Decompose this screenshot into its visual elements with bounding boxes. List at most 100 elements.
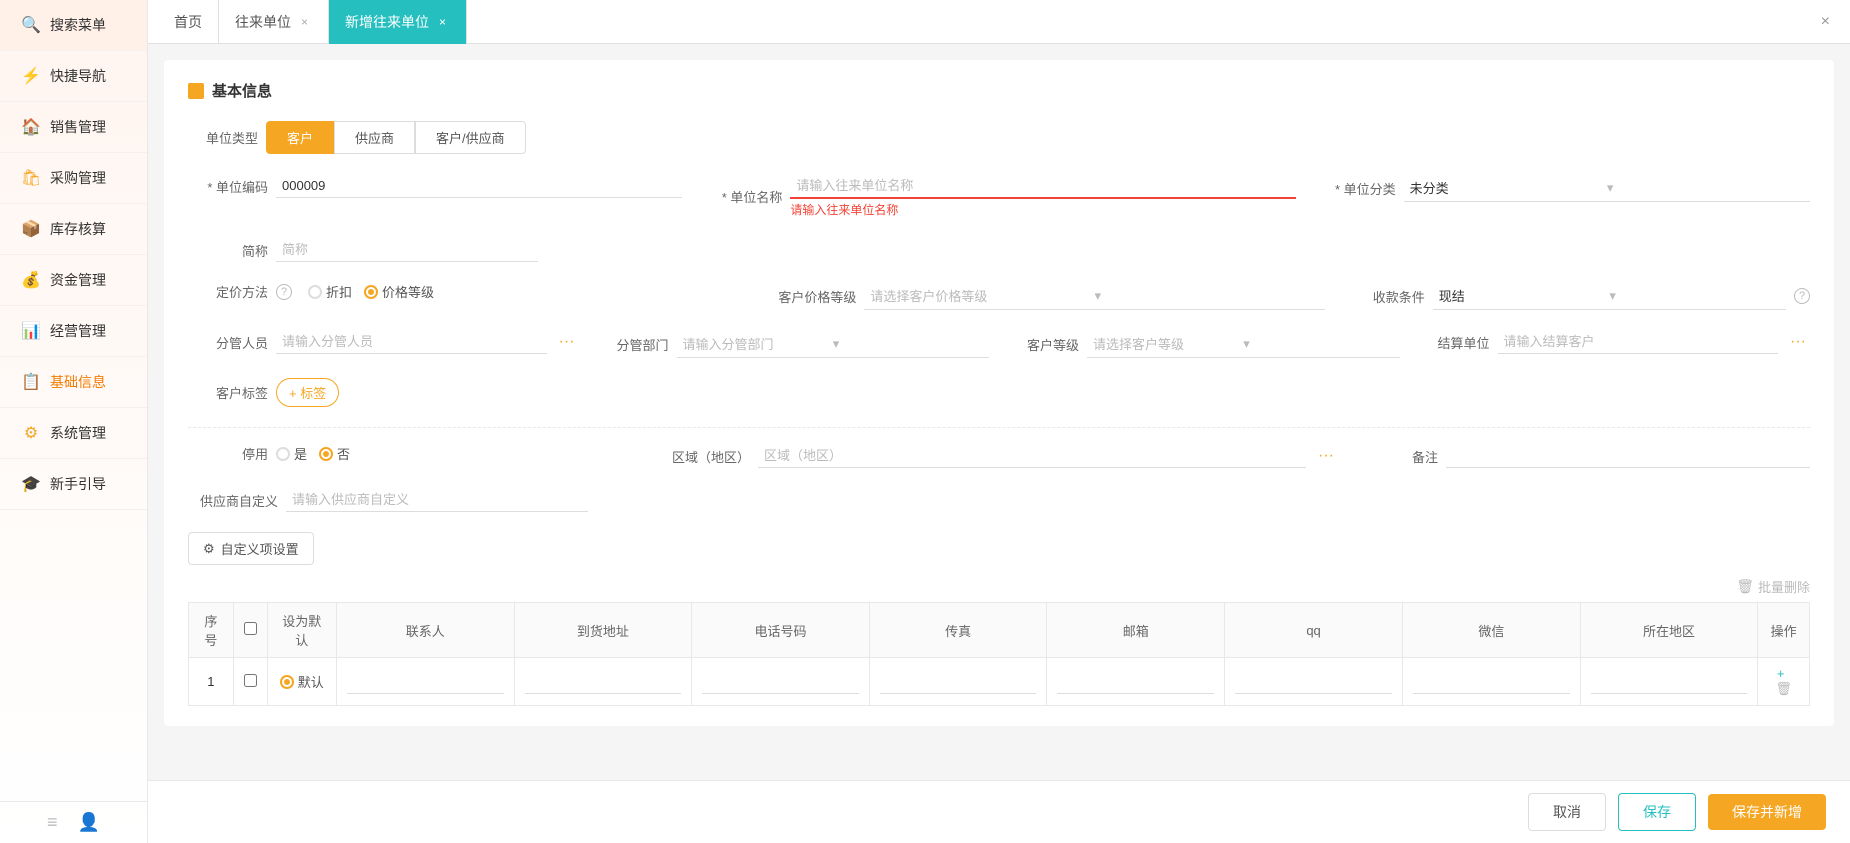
unit-category-select[interactable]: 未分类 ▾ [1404, 174, 1810, 202]
inventory-icon: 📦 [20, 218, 42, 240]
sidebar-item-guide[interactable]: 🎓 新手引导 [0, 459, 147, 510]
phone-input[interactable] [702, 670, 859, 694]
search-icon: 🔍 [20, 14, 42, 36]
contact-input[interactable] [347, 670, 504, 694]
payment-terms-arrow: ▾ [1609, 288, 1780, 304]
customer-price-select[interactable]: 请选择客户价格等级 ▾ [864, 282, 1324, 310]
sidebar-item-sales[interactable]: 🏠 销售管理 [0, 102, 147, 153]
pricing-level-option[interactable]: 价格等级 [364, 282, 434, 301]
settlement-more-icon[interactable]: ··· [1786, 333, 1810, 351]
unit-type-supplier-btn[interactable]: 供应商 [334, 121, 415, 154]
disabled-no-radio [319, 447, 333, 461]
payment-terms-help-icon[interactable]: ? [1794, 288, 1810, 304]
pricing-help-icon[interactable]: ? [276, 284, 292, 300]
tab-new-partner-close[interactable]: × [435, 13, 450, 31]
custom-settings-button[interactable]: ⚙ 自定义项设置 [188, 532, 314, 565]
pricing-level-label: 价格等级 [382, 282, 434, 301]
sidebar-bottom: ≡ 👤 [0, 801, 147, 843]
custom-settings-label: 自定义项设置 [221, 539, 299, 558]
department-select[interactable]: 请输入分管部门 ▾ [677, 330, 990, 358]
content-area: 基本信息 单位类型 客户 供应商 客户/供应商 * 单位编码 [148, 44, 1850, 780]
sidebar-item-finance[interactable]: 💰 资金管理 [0, 255, 147, 306]
select-all-checkbox[interactable] [244, 622, 257, 635]
row-region-input[interactable] [1591, 670, 1748, 694]
disabled-yes-option[interactable]: 是 [276, 444, 307, 463]
sidebar-user-icon[interactable]: 👤 [78, 812, 100, 833]
email-input[interactable] [1057, 670, 1214, 694]
basic-icon: 📋 [20, 371, 42, 393]
cell-checkbox [233, 658, 267, 706]
manager-row: 分管人员 ··· 分管部门 请输入分管部门 ▾ 客户等级 请选择客户等级 ▾ [188, 330, 1810, 358]
section-title-basic: 基本信息 [188, 80, 1810, 101]
add-row-icon[interactable]: + [1777, 666, 1785, 681]
save-and-new-button[interactable]: 保存并新增 [1708, 794, 1826, 830]
section-title-icon [188, 83, 204, 99]
col-seq: 序号 [189, 603, 234, 658]
supplier-custom-input[interactable] [286, 488, 588, 512]
tab-partners-label: 往来单位 [235, 12, 291, 32]
region-more-icon[interactable]: ··· [1314, 447, 1338, 465]
address-input[interactable] [525, 670, 682, 694]
tab-home[interactable]: 首页 [158, 0, 219, 44]
customer-level-field: 客户等级 请选择客户等级 ▾ [1009, 330, 1400, 358]
sidebar-item-inventory[interactable]: 📦 库存核算 [0, 204, 147, 255]
unit-type-both-btn[interactable]: 客户/供应商 [415, 121, 526, 154]
delete-row-icon[interactable]: 🗑 [1775, 681, 1792, 696]
customer-tag-field: 客户标签 + 标签 [188, 378, 1810, 407]
disabled-no-option[interactable]: 否 [319, 444, 350, 463]
sidebar-item-operations[interactable]: 📊 经营管理 [0, 306, 147, 357]
pricing-level-radio [364, 285, 378, 299]
system-icon: ⚙ [20, 422, 42, 444]
customer-level-placeholder: 请选择客户等级 [1093, 334, 1243, 353]
region-input[interactable] [758, 444, 1306, 468]
tab-new-partner[interactable]: 新增往来单位 × [329, 0, 467, 44]
unit-name-input[interactable] [790, 174, 1295, 199]
cancel-button[interactable]: 取消 [1528, 793, 1606, 831]
payment-terms-select[interactable]: 现结 ▾ [1433, 282, 1786, 310]
sidebar-item-quicknav[interactable]: ⚡ 快捷导航 [0, 51, 147, 102]
tab-home-label: 首页 [174, 12, 202, 32]
remarks-input[interactable] [1446, 444, 1810, 468]
qq-input[interactable] [1235, 670, 1392, 694]
col-wechat: 微信 [1403, 603, 1581, 658]
unit-type-label: 单位类型 [188, 128, 258, 147]
supplier-custom-label: 供应商自定义 [188, 491, 278, 510]
col-email: 邮箱 [1047, 603, 1225, 658]
customer-tag-label: 客户标签 [188, 383, 268, 402]
short-name-input[interactable] [276, 238, 538, 262]
settlement-input[interactable] [1498, 330, 1779, 354]
sidebar-collapse-icon[interactable]: ≡ [47, 812, 58, 833]
department-arrow: ▾ [833, 336, 983, 352]
unit-category-value: 未分类 [1410, 178, 1607, 197]
close-all-tabs-icon[interactable]: × [1811, 13, 1840, 31]
col-phone: 电话号码 [692, 603, 870, 658]
row-checkbox[interactable] [244, 674, 257, 687]
quicknav-icon: ⚡ [20, 65, 42, 87]
wechat-input[interactable] [1413, 670, 1570, 694]
manager-input[interactable] [276, 330, 547, 354]
unit-code-input[interactable] [276, 174, 682, 198]
pricing-discount-option[interactable]: 折扣 [308, 282, 352, 301]
sidebar-item-search[interactable]: 🔍 搜索菜单 [0, 0, 147, 51]
row-default-radio[interactable]: 默认 [278, 672, 326, 691]
batch-delete-label[interactable]: 批量删除 [1758, 577, 1810, 596]
manager-more-icon[interactable]: ··· [555, 333, 579, 351]
sidebar-item-basic[interactable]: 📋 基础信息 [0, 357, 147, 408]
unit-type-customer-btn[interactable]: 客户 [266, 121, 334, 154]
save-button[interactable]: 保存 [1618, 793, 1696, 831]
fax-input[interactable] [880, 670, 1037, 694]
pricing-field: 定价方法 ? 折扣 价格等级 [188, 282, 746, 301]
tab-partners[interactable]: 往来单位 × [219, 0, 329, 44]
sidebar-item-system[interactable]: ⚙ 系统管理 [0, 408, 147, 459]
tab-partners-close[interactable]: × [297, 13, 312, 31]
col-region: 所在地区 [1580, 603, 1758, 658]
payment-terms-label: 收款条件 [1345, 287, 1425, 306]
table-header: 序号 设为默认 联系人 到货地址 电话号码 传真 邮箱 qq 微信 所在地区 操… [189, 603, 1810, 658]
add-tag-button[interactable]: + 标签 [276, 378, 339, 407]
sidebar-item-label: 销售管理 [50, 117, 106, 137]
cell-seq: 1 [189, 658, 234, 706]
sidebar-item-purchase[interactable]: 🛍 采购管理 [0, 153, 147, 204]
supplier-custom-field: 供应商自定义 [188, 488, 588, 512]
customer-level-select[interactable]: 请选择客户等级 ▾ [1087, 330, 1400, 358]
customer-level-label: 客户等级 [1009, 335, 1079, 354]
